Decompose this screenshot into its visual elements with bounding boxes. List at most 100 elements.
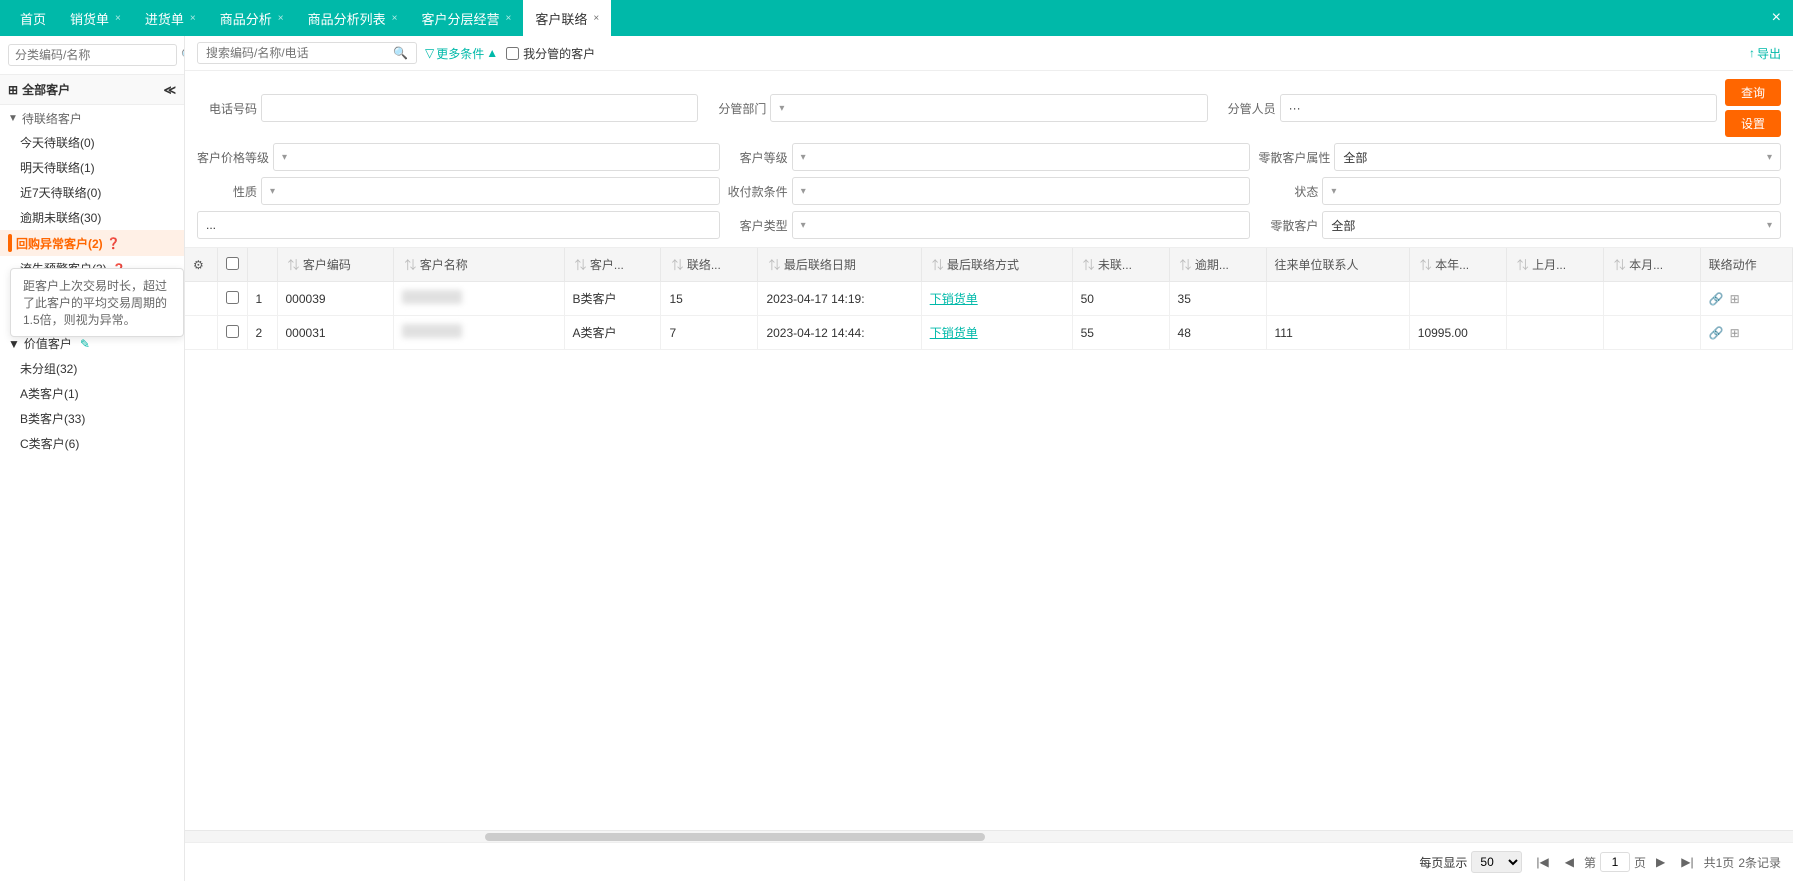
per-page-select[interactable]: 102050100 [1471,851,1522,873]
row-checkbox[interactable] [226,325,239,338]
tree-group-pending[interactable]: ▼ 待联络客户 [0,105,184,130]
row-checkbox[interactable] [226,291,239,304]
filter-price-grade-field: 客户价格等级 ▾ [197,143,720,171]
row-last-contact-method[interactable]: 下销货单 [921,282,1072,316]
arrow-down-icon: ▼ [8,113,18,124]
th-actions: 联络动作 [1700,248,1792,282]
th-this-month[interactable]: ⇅ 本月... [1603,248,1700,282]
th-code[interactable]: ⇅ 客户编码 [277,248,394,282]
close-all-tabs-button[interactable]: × [1772,9,1781,27]
sort-icon: ⇅ [288,258,300,272]
settings-icon[interactable]: ⚙ [193,258,204,272]
my-customers-checkbox[interactable] [506,47,519,60]
sidebar-item-rebuy-anomaly[interactable]: 回购异常客户(2) ❓ [0,230,184,256]
nav-customer-contact[interactable]: 客户联络 × [523,0,611,36]
next-page-button[interactable]: ▶ [1650,853,1671,871]
filter-price-grade-input[interactable]: ▾ [273,143,720,171]
th-unit-contact[interactable]: 往来单位联系人 [1266,248,1409,282]
th-last-contact-date[interactable]: ⇅ 最后联络日期 [758,248,921,282]
sidebar-item-7day-pending[interactable]: 近7天待联络(0) [0,180,184,205]
export-button[interactable]: ↑ 导出 [1749,45,1781,62]
contact-method-link[interactable]: 下销货单 [930,326,978,340]
bottom-bar: 每页显示 102050100 |◀ ◀ 第 页 ▶ ▶| 共1页 2条记录 [185,842,1793,881]
filter-status-input[interactable]: ▾ [1322,177,1781,205]
close-customer-contact-icon[interactable]: × [593,13,599,24]
sidebar-all-customers-header[interactable]: ⊞ 全部客户 ≪ [0,75,184,105]
filter-retail-attr-input[interactable]: 全部 ▾ [1334,143,1781,171]
sidebar-item-overdue-pending[interactable]: 逾期未联络(30) [0,205,184,230]
sidebar-item-today-pending[interactable]: 今天待联络(0) [0,130,184,155]
close-purchase-icon[interactable]: × [190,13,196,24]
filter-payment-input[interactable]: ▾ [792,177,1251,205]
select-all-checkbox[interactable] [226,257,239,270]
filter-grade-input[interactable]: ▾ [792,143,1251,171]
horizontal-scrollbar[interactable] [185,830,1793,842]
close-sales-icon[interactable]: × [115,13,121,24]
th-overdue[interactable]: ⇅ 逾期... [1169,248,1266,282]
close-customer-tier-icon[interactable]: × [505,13,511,24]
collapse-sidebar-icon[interactable]: ≪ [163,83,176,97]
row-code: 000039 [277,282,394,316]
filter-dept-input[interactable]: ▾ [770,94,1207,122]
filter-phone-input[interactable] [261,94,698,122]
nav-analysis[interactable]: 商品分析 × [208,0,296,36]
edit-group-icon[interactable]: ✎ [80,337,90,351]
th-grade[interactable]: ⇅ 客户... [564,248,661,282]
th-name[interactable]: ⇅ 客户名称 [394,248,564,282]
last-page-button[interactable]: ▶| [1675,853,1699,871]
row-checkbox-cell [217,282,247,316]
row-last-contact-method[interactable]: 下销货单 [921,316,1072,350]
nav-analysis-list[interactable]: 商品分析列表 × [296,0,410,36]
retail-attr-arrow: ▾ [1767,152,1772,163]
close-analysis-list-icon[interactable]: × [392,13,398,24]
main-search-input[interactable] [206,46,393,60]
sidebar-item-b-class[interactable]: B类客户(33) [0,406,184,431]
content-area: 🔍 ▽ 更多条件 ▲ 我分管的客户 ↑ 导出 电话号码 [185,36,1793,881]
row-actions: 🔗 ⊞ [1700,282,1792,316]
scrollbar-thumb[interactable] [485,833,985,841]
total-records-label: 2条记录 [1738,854,1781,871]
row-unit-contact: 111 [1266,316,1409,350]
sidebar-item-c-class[interactable]: C类客户(6) [0,431,184,456]
filter-manager-input[interactable]: ··· [1280,94,1717,122]
help-icon[interactable]: ❓ [107,237,121,250]
contact-method-link[interactable]: 下销货单 [930,292,978,306]
table-header-row: ⚙ ⇅ 客户编码 ⇅ 客户名称 [185,248,1793,282]
sidebar-item-tomorrow-pending[interactable]: 明天待联络(1) [0,155,184,180]
main-search-icon[interactable]: 🔍 [393,46,408,60]
filter-retail-customer-input[interactable]: 全部 ▾ [1322,211,1781,239]
sidebar-search-area: 🔍 [0,36,184,75]
page-number-input[interactable] [1600,852,1630,872]
th-contact[interactable]: ⇅ 联络... [661,248,758,282]
filter-customer-type-input[interactable]: ▾ [792,211,1251,239]
more-conditions-button[interactable]: ▽ 更多条件 ▲ [425,45,498,62]
query-button[interactable]: 查询 [1725,79,1781,106]
nav-sales[interactable]: 销货单 × [58,0,133,36]
sort-icon7: ⇅ [1083,258,1095,272]
th-this-year[interactable]: ⇅ 本年... [1409,248,1506,282]
filter-gender-input[interactable]: ▾ [261,177,720,205]
filter-more-dots-input[interactable]: ... [197,211,720,239]
settings-button[interactable]: 设置 [1725,110,1781,137]
th-last-contact-method[interactable]: ⇅ 最后联络方式 [921,248,1072,282]
close-analysis-icon[interactable]: × [278,13,284,24]
action-grid-icon[interactable]: ⊞ [1730,292,1740,306]
nav-home[interactable]: 首页 [8,0,58,36]
nav-customer-tier[interactable]: 客户分层经营 × [409,0,523,36]
row-grade: B类客户 [564,282,661,316]
sidebar-search-input[interactable] [8,44,177,66]
first-page-button[interactable]: |◀ [1530,853,1554,871]
row-actions: 🔗 ⊞ [1700,316,1792,350]
th-uncontacted[interactable]: ⇅ 未联... [1072,248,1169,282]
action-grid-icon[interactable]: ⊞ [1730,326,1740,340]
filter-phone-field: 电话号码 [197,94,698,122]
sidebar-item-unclassified[interactable]: 未分组(32) [0,356,184,381]
prev-page-button[interactable]: ◀ [1559,853,1580,871]
action-link-icon[interactable]: 🔗 [1709,292,1724,306]
nav-purchase[interactable]: 进货单 × [133,0,208,36]
th-last-month[interactable]: ⇅ 上月... [1506,248,1603,282]
action-link-icon[interactable]: 🔗 [1709,326,1724,340]
th-settings[interactable]: ⚙ [185,248,217,282]
sidebar-search-icon[interactable]: 🔍 [181,48,185,62]
sidebar-item-a-class[interactable]: A类客户(1) [0,381,184,406]
